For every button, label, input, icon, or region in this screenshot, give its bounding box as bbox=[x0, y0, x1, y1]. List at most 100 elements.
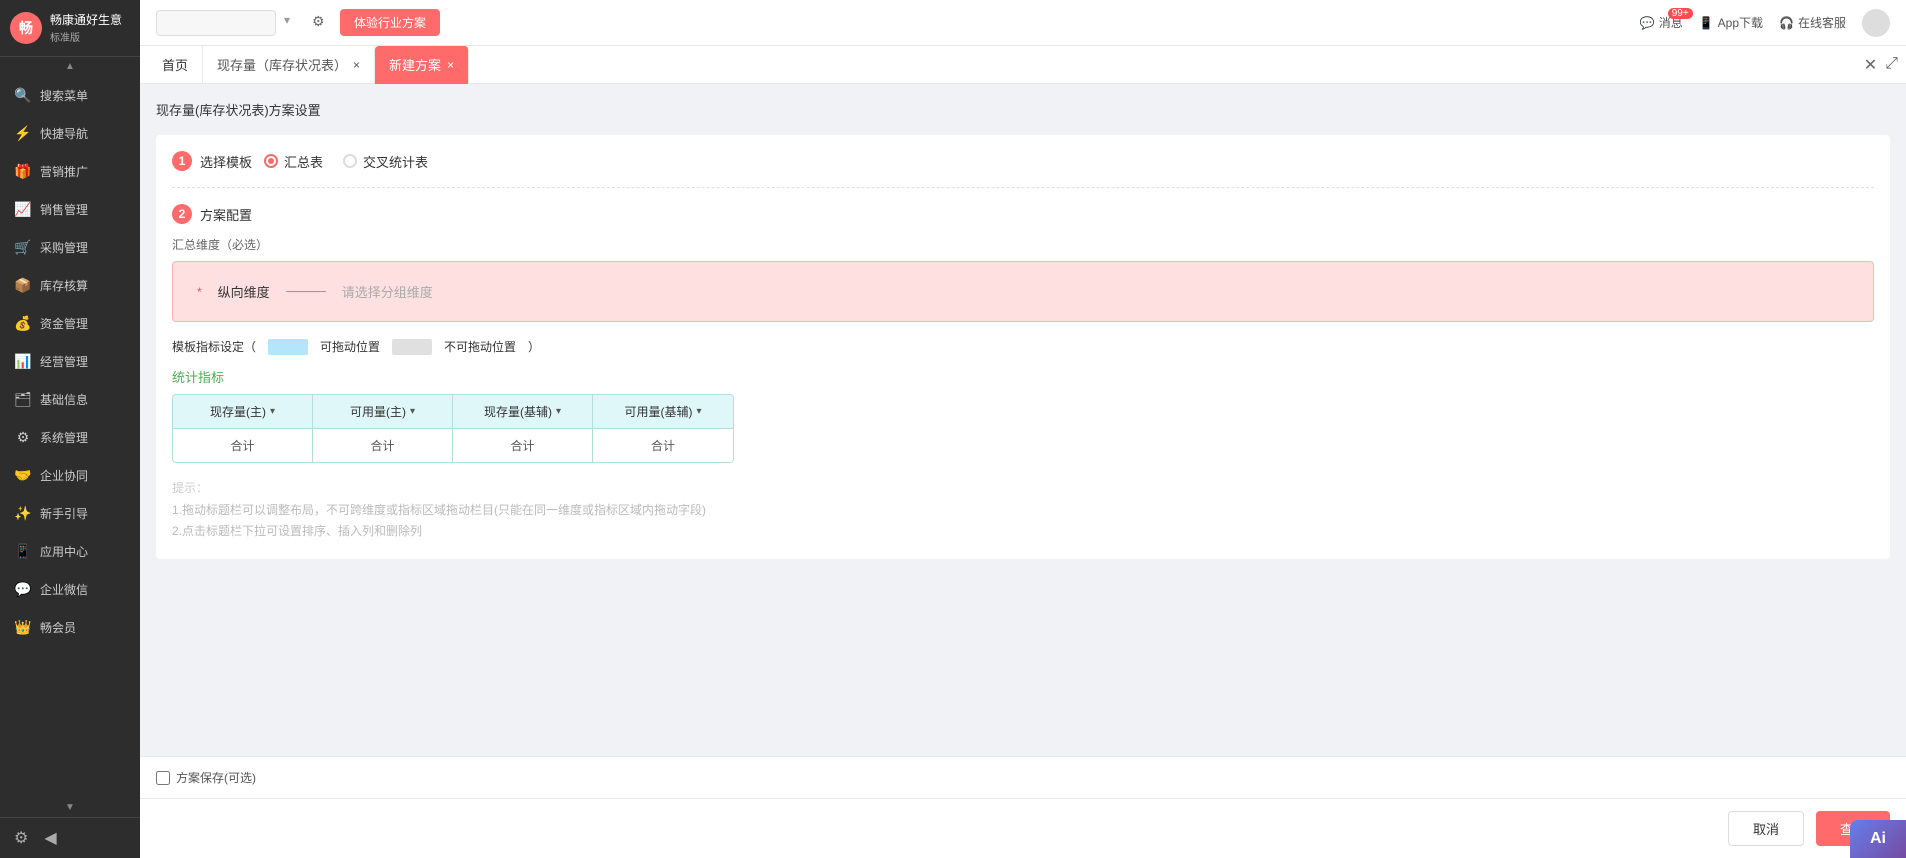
col-body-0: 合计 bbox=[173, 429, 312, 462]
sidebar-item-management[interactable]: 📊 经营管理 bbox=[0, 342, 140, 380]
col-header-2[interactable]: 现存量(基辅) ▾ bbox=[453, 395, 592, 429]
radio-summary[interactable]: 汇总表 bbox=[264, 152, 323, 171]
sidebar-scroll-up[interactable]: ▲ bbox=[0, 57, 140, 76]
topbar-dropdown-icon[interactable]: ▾ bbox=[284, 13, 304, 33]
sidebar-item-basic[interactable]: 🗂 基础信息 bbox=[0, 380, 140, 418]
user-avatar[interactable] bbox=[1862, 9, 1890, 37]
radio-cross-label: 交叉统计表 bbox=[363, 152, 428, 171]
radio-summary-label: 汇总表 bbox=[284, 152, 323, 171]
tab-expand[interactable]: ⤢ bbox=[1885, 55, 1898, 75]
plan-settings-section: 1 选择模板 汇总表 交叉统计表 2 方案 bbox=[156, 135, 1890, 559]
col-header-3[interactable]: 可用量(基辅) ▾ bbox=[593, 395, 733, 429]
message-badge: 99+ bbox=[1668, 8, 1693, 19]
nav-icon: ⚡ bbox=[14, 124, 32, 142]
sidebar-item-purchase[interactable]: 🛒 采购管理 bbox=[0, 228, 140, 266]
radio-cross[interactable]: 交叉统计表 bbox=[343, 152, 428, 171]
wechat-icon: 💬 bbox=[14, 580, 32, 598]
sidebar-item-system[interactable]: ⚙ 系统管理 bbox=[0, 418, 140, 456]
stats-col-2: 现存量(基辅) ▾ 合计 bbox=[453, 395, 593, 462]
col-body-3: 合计 bbox=[593, 429, 733, 462]
gift-icon: 🎁 bbox=[14, 162, 32, 180]
purchase-icon: 🛒 bbox=[14, 238, 32, 256]
sidebar-item-guide[interactable]: ✨ 新手引导 bbox=[0, 494, 140, 532]
settings-icon[interactable]: ⚙ bbox=[14, 828, 28, 848]
col-arrow-0: ▾ bbox=[270, 406, 275, 417]
step1-badge: 1 bbox=[172, 151, 192, 171]
sidebar-item-search[interactable]: 🔍 搜索菜单 bbox=[0, 76, 140, 114]
tab-close-window[interactable]: ✕ bbox=[1864, 55, 1877, 75]
col-arrow-3: ▾ bbox=[696, 406, 701, 417]
required-mark: * bbox=[197, 285, 202, 299]
app-edition: 标准版 bbox=[50, 29, 122, 44]
sidebar-item-inventory[interactable]: 📦 库存核算 bbox=[0, 266, 140, 304]
radio-summary-dot bbox=[264, 154, 278, 168]
inventory-tab-close[interactable]: × bbox=[353, 58, 360, 72]
stats-label: 统计指标 bbox=[172, 367, 1874, 386]
dimension-box[interactable]: * 纵向维度 请选择分组维度 bbox=[172, 261, 1874, 322]
sidebar-item-label: 畅会员 bbox=[40, 619, 76, 636]
bottom-actions: 取消 查询 bbox=[140, 798, 1906, 858]
inventory-icon: 📦 bbox=[14, 276, 32, 294]
tab-new-plan[interactable]: 新建方案 × bbox=[375, 46, 469, 84]
fixed-label: 不可拖动位置 bbox=[444, 338, 516, 355]
stats-col-3: 可用量(基辅) ▾ 合计 bbox=[593, 395, 733, 462]
sidebar-item-label: 系统管理 bbox=[40, 429, 88, 446]
new-plan-tab-close[interactable]: × bbox=[447, 58, 454, 72]
headset-icon: 🎧 bbox=[1779, 16, 1794, 30]
collapse-icon[interactable]: ◀ bbox=[44, 828, 56, 848]
sidebar-item-sales[interactable]: 📈 销售管理 bbox=[0, 190, 140, 228]
sales-icon: 📈 bbox=[14, 200, 32, 218]
stats-table-header: 现存量(主) ▾ 合计 可用量(主) ▾ 合计 bbox=[173, 395, 733, 462]
app-download-btn[interactable]: 📱 App下载 bbox=[1699, 14, 1763, 31]
radio-cross-dot bbox=[343, 154, 357, 168]
col-header-1[interactable]: 可用量(主) ▾ bbox=[313, 395, 452, 429]
sidebar-item-member[interactable]: 👑 畅会员 bbox=[0, 608, 140, 646]
tab-bar: 首页 现存量（库存状况表） × 新建方案 × ✕ ⤢ bbox=[140, 46, 1906, 84]
sidebar-item-label: 快捷导航 bbox=[40, 125, 88, 142]
inventory-tab-label: 现存量（库存状况表） bbox=[217, 55, 347, 74]
save-checkbox[interactable] bbox=[156, 771, 170, 785]
sidebar-item-label: 应用中心 bbox=[40, 543, 88, 560]
online-service-btn[interactable]: 🎧 在线客服 bbox=[1779, 14, 1846, 31]
template-label: 模板指标设定（ bbox=[172, 338, 256, 355]
message-btn[interactable]: 💬 消息 99+ bbox=[1640, 14, 1683, 31]
sidebar-item-label: 基础信息 bbox=[40, 391, 88, 408]
sidebar-item-wechat[interactable]: 💬 企业微信 bbox=[0, 570, 140, 608]
cancel-button[interactable]: 取消 bbox=[1728, 811, 1804, 846]
draggable-label: 可拖动位置 bbox=[320, 338, 380, 355]
topbar-right: 💬 消息 99+ 📱 App下载 🎧 在线客服 bbox=[1640, 9, 1890, 37]
sidebar-scroll-down[interactable]: ▼ bbox=[0, 798, 140, 817]
fixed-indicator bbox=[392, 339, 432, 355]
col-header-0[interactable]: 现存量(主) ▾ bbox=[173, 395, 312, 429]
tab-home[interactable]: 首页 bbox=[148, 46, 203, 84]
dim-placeholder: 请选择分组维度 bbox=[342, 282, 433, 301]
sidebar-item-marketing[interactable]: 🎁 营销推广 bbox=[0, 152, 140, 190]
tips-section: 提示： 1.拖动标题栏可以调整布局，不可跨维度或指标区域拖动栏目(只能在同一维度… bbox=[172, 478, 1874, 543]
tips-title: 提示： bbox=[172, 481, 208, 495]
tab-inventory[interactable]: 现存量（库存状况表） × bbox=[203, 46, 375, 84]
management-icon: 📊 bbox=[14, 352, 32, 370]
step2-section: 2 方案配置 汇总维度（必选） * 纵向维度 请选择分组维度 模板指标设定（ 可… bbox=[172, 204, 1874, 543]
sidebar: 畅 畅康通好生意 标准版 ▲ 🔍 搜索菜单 ⚡ 快捷导航 🎁 营销推广 📈 销售… bbox=[0, 0, 140, 858]
stats-col-0: 现存量(主) ▾ 合计 bbox=[173, 395, 313, 462]
logo-icon: 畅 bbox=[10, 12, 42, 44]
stats-table: 现存量(主) ▾ 合计 可用量(主) ▾ 合计 bbox=[172, 394, 734, 463]
ai-badge[interactable]: Ai bbox=[1850, 820, 1906, 858]
topbar-search-input[interactable] bbox=[156, 10, 276, 36]
save-row: 方案保存(可选) bbox=[140, 756, 1906, 798]
sidebar-item-collab[interactable]: 🤝 企业协同 bbox=[0, 456, 140, 494]
sidebar-item-label: 企业微信 bbox=[40, 581, 88, 598]
sidebar-item-appstore[interactable]: 📱 应用中心 bbox=[0, 532, 140, 570]
divider-1 bbox=[172, 187, 1874, 188]
phone-icon: 📱 bbox=[1699, 16, 1714, 30]
trial-btn[interactable]: 体验行业方案 bbox=[340, 9, 440, 36]
sidebar-item-nav[interactable]: ⚡ 快捷导航 bbox=[0, 114, 140, 152]
step2-title: 方案配置 bbox=[200, 205, 252, 224]
search-icon: 🔍 bbox=[14, 86, 32, 104]
message-icon: 💬 bbox=[1640, 16, 1655, 30]
col-label-1: 可用量(主) bbox=[350, 403, 406, 420]
topbar-gear-icon[interactable]: ⚙ bbox=[312, 13, 332, 33]
sidebar-item-finance[interactable]: 💰 资金管理 bbox=[0, 304, 140, 342]
step2-header: 2 方案配置 bbox=[172, 204, 1874, 224]
col-arrow-2: ▾ bbox=[556, 406, 561, 417]
